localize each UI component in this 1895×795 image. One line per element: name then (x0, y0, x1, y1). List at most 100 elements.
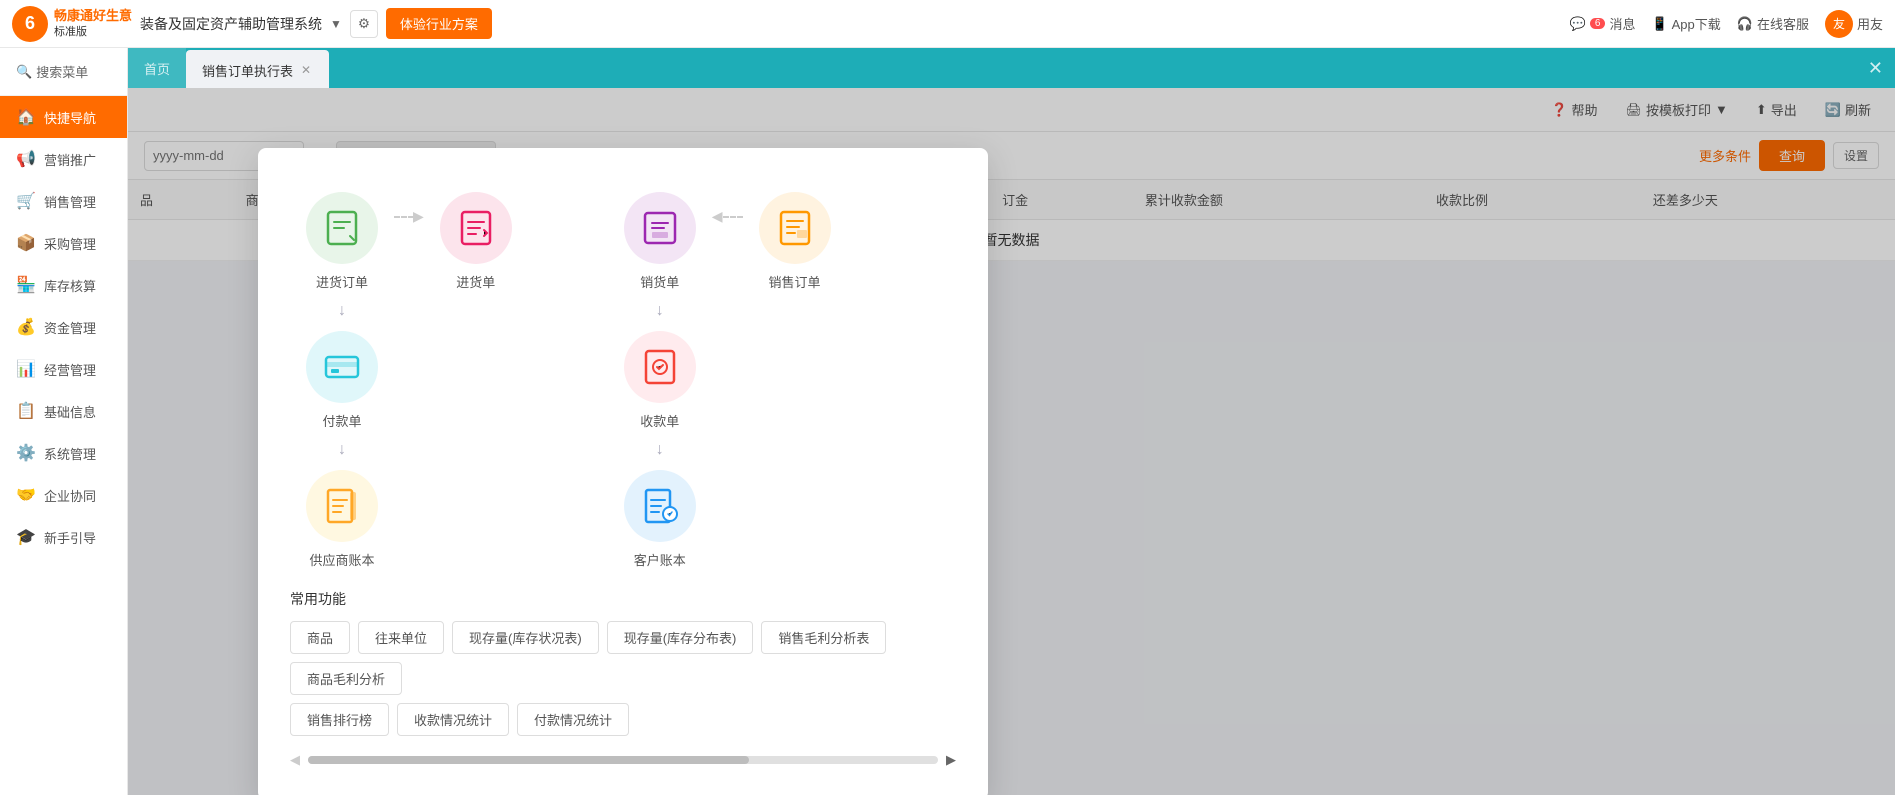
tab-home[interactable]: 首页 (128, 48, 186, 88)
search-menu[interactable]: 🔍 搜索菜单 (0, 48, 127, 96)
user-menu[interactable]: 友 用友 (1825, 10, 1883, 38)
headset-icon: 🎧 (1737, 16, 1753, 32)
sidebar-item-label: 销售管理 (44, 192, 96, 211)
customer-ledger-circle (624, 470, 696, 542)
home-icon: 🏠 (16, 107, 36, 127)
online-service-label: 在线客服 (1757, 14, 1809, 33)
sales-order-label: 销售订单 (769, 272, 821, 291)
system-icon: ⚙️ (16, 443, 36, 463)
app-download-btn[interactable]: 📱 App下载 (1651, 14, 1720, 33)
sidebar-nav: 🏠 快捷导航 📢 营销推广 🛒 销售管理 📦 采购管理 🏪 库存核 (0, 96, 127, 795)
app-container: 6 畅康通好生意 标准版 装备及固定资产辅助管理系统 ▼ ⚙ 体验行业方案 💬 … (0, 0, 1895, 795)
cf-btn-sales-profit[interactable]: 销售毛利分析表 (761, 621, 886, 654)
modal-dialog: 进货订单 ↓ 付款单 ↓ (258, 148, 988, 795)
flow-second-col: 进货单 (424, 180, 528, 303)
sidebar-item-label: 系统管理 (44, 444, 96, 463)
sidebar-item-quick-nav[interactable]: 🏠 快捷导航 (0, 96, 127, 138)
flow-node-sales-receipt[interactable]: 销货单 (608, 180, 712, 303)
finance-icon: 💰 (16, 317, 36, 337)
scrollbar-track (308, 756, 938, 764)
cf-buttons-row2: 销售排行榜 收款情况统计 付款情况统计 (290, 703, 956, 736)
sidebar-item-inventory[interactable]: 🏪 库存核算 (0, 264, 127, 306)
sales-receipt-label: 销货单 (640, 272, 679, 291)
sidebar-item-purchase[interactable]: 📦 采购管理 (0, 222, 127, 264)
tab-bar: 首页 销售订单执行表 ✕ ✕ (128, 48, 1895, 88)
sidebar-item-label: 企业协同 (44, 486, 96, 505)
arrow-down-2: ↓ (338, 442, 346, 458)
top-right: 💬 6 消息 📱 App下载 🎧 在线客服 友 用友 (1570, 10, 1883, 38)
sidebar-item-label: 营销推广 (44, 150, 96, 169)
arrow-down-1: ↓ (338, 303, 346, 319)
cf-btn-product[interactable]: 商品 (290, 621, 350, 654)
tab-close-btn[interactable]: ✕ (299, 63, 313, 77)
scroll-right-btn[interactable]: ▶ (946, 752, 956, 768)
purchase-order-label: 进货订单 (316, 272, 368, 291)
search-menu-label: 搜索菜单 (36, 62, 88, 81)
sidebar-item-label: 资金管理 (44, 318, 96, 337)
flow-node-supplier-ledger[interactable]: 供应商账本 (290, 458, 394, 581)
app-download-label: App下载 (1672, 14, 1721, 33)
message-icon: 💬 (1570, 16, 1586, 32)
cf-btn-collection-stats[interactable]: 收款情况统计 (397, 703, 509, 736)
online-service-btn[interactable]: 🎧 在线客服 (1737, 14, 1809, 33)
sidebar-item-finance[interactable]: 💰 资金管理 (0, 306, 127, 348)
purchase-icon: 📦 (16, 233, 36, 253)
tab-sales-order[interactable]: 销售订单执行表 ✕ (186, 50, 329, 90)
marketing-icon: 📢 (16, 149, 36, 169)
modal-overlay[interactable]: 进货订单 ↓ 付款单 ↓ (128, 88, 1895, 795)
sidebar-item-label: 快捷导航 (44, 108, 96, 127)
basic-info-icon: 📋 (16, 401, 36, 421)
flow-fourth-col: 销售订单 (743, 180, 847, 303)
purchase-receipt-label: 进货单 (456, 272, 495, 291)
top-bar: 6 畅康通好生意 标准版 装备及固定资产辅助管理系统 ▼ ⚙ 体验行业方案 💬 … (0, 0, 1895, 48)
sidebar-item-tutorial[interactable]: 🎓 新手引导 (0, 516, 127, 558)
cf-btn-payment-stats[interactable]: 付款情况统计 (517, 703, 629, 736)
sidebar-item-marketing[interactable]: 📢 营销推广 (0, 138, 127, 180)
flow-node-purchase-receipt[interactable]: 进货单 (424, 180, 528, 303)
flow-node-sales-order[interactable]: 销售订单 (743, 180, 847, 303)
arrow-down-4: ↓ (656, 442, 664, 458)
flow-third-col: 销货单 ↓ 收款单 ↓ (608, 180, 712, 581)
flow-left-col: 进货订单 ↓ 付款单 ↓ (290, 180, 394, 581)
cf-btn-inventory-dist[interactable]: 现存量(库存分布表) (607, 621, 754, 654)
search-icon: 🔍 (16, 64, 32, 80)
sidebar-item-sales[interactable]: 🛒 销售管理 (0, 180, 127, 222)
inventory-icon: 🏪 (16, 275, 36, 295)
sales-receipt-circle (624, 192, 696, 264)
scrollbar-thumb[interactable] (308, 756, 749, 764)
purchase-receipt-circle (440, 192, 512, 264)
message-badge: 6 (1590, 18, 1606, 29)
logo-text: 畅康通好生意 标准版 (54, 8, 132, 39)
cf-btn-product-profit[interactable]: 商品毛利分析 (290, 662, 402, 695)
sidebar-item-system[interactable]: ⚙️ 系统管理 (0, 432, 127, 474)
flow-node-purchase-order[interactable]: 进货订单 (290, 180, 394, 303)
trial-btn[interactable]: 体验行业方案 (386, 8, 492, 39)
cooperation-icon: 🤝 (16, 485, 36, 505)
cf-btn-counterparty[interactable]: 往来单位 (358, 621, 444, 654)
system-dropdown-btn[interactable]: ▼ (330, 17, 342, 31)
cf-buttons: 商品 往来单位 现存量(库存状况表) 现存量(库存分布表) 销售毛利分析表 商品… (290, 621, 956, 695)
cf-btn-sales-ranking[interactable]: 销售排行榜 (290, 703, 389, 736)
sidebar-item-operations[interactable]: 📊 经营管理 (0, 348, 127, 390)
flow-node-receipt-slip[interactable]: 收款单 (608, 319, 712, 442)
purchase-order-circle (306, 192, 378, 264)
sidebar-item-cooperation[interactable]: 🤝 企业协同 (0, 474, 127, 516)
flow-node-customer-ledger[interactable]: 客户账本 (608, 458, 712, 581)
tab-bar-close-btn[interactable]: ✕ (1868, 58, 1883, 79)
scroll-left-btn[interactable]: ◀ (290, 752, 300, 768)
modal-scrollbar-area: ◀ ▶ (290, 752, 956, 768)
flow-diagram: 进货订单 ↓ 付款单 ↓ (290, 180, 956, 581)
sidebar-item-label: 新手引导 (44, 528, 96, 547)
page-content: ❓ 帮助 🖨 按模板打印 ▼ ⬆ 导出 🔄 (128, 88, 1895, 795)
settings-gear-btn[interactable]: ⚙ (350, 10, 378, 38)
sidebar-item-basic-info[interactable]: 📋 基础信息 (0, 390, 127, 432)
sidebar-item-label: 采购管理 (44, 234, 96, 253)
avatar: 友 (1825, 10, 1853, 38)
message-btn[interactable]: 💬 6 消息 (1570, 14, 1636, 33)
sidebar-item-label: 基础信息 (44, 402, 96, 421)
logo-area: 6 畅康通好生意 标准版 (12, 6, 140, 42)
flow-node-payment[interactable]: 付款单 (290, 319, 394, 442)
sidebar-item-label: 经营管理 (44, 360, 96, 379)
sidebar: 🔍 搜索菜单 🏠 快捷导航 📢 营销推广 🛒 销售管理 📦 (0, 48, 128, 795)
cf-btn-inventory-status[interactable]: 现存量(库存状况表) (452, 621, 599, 654)
